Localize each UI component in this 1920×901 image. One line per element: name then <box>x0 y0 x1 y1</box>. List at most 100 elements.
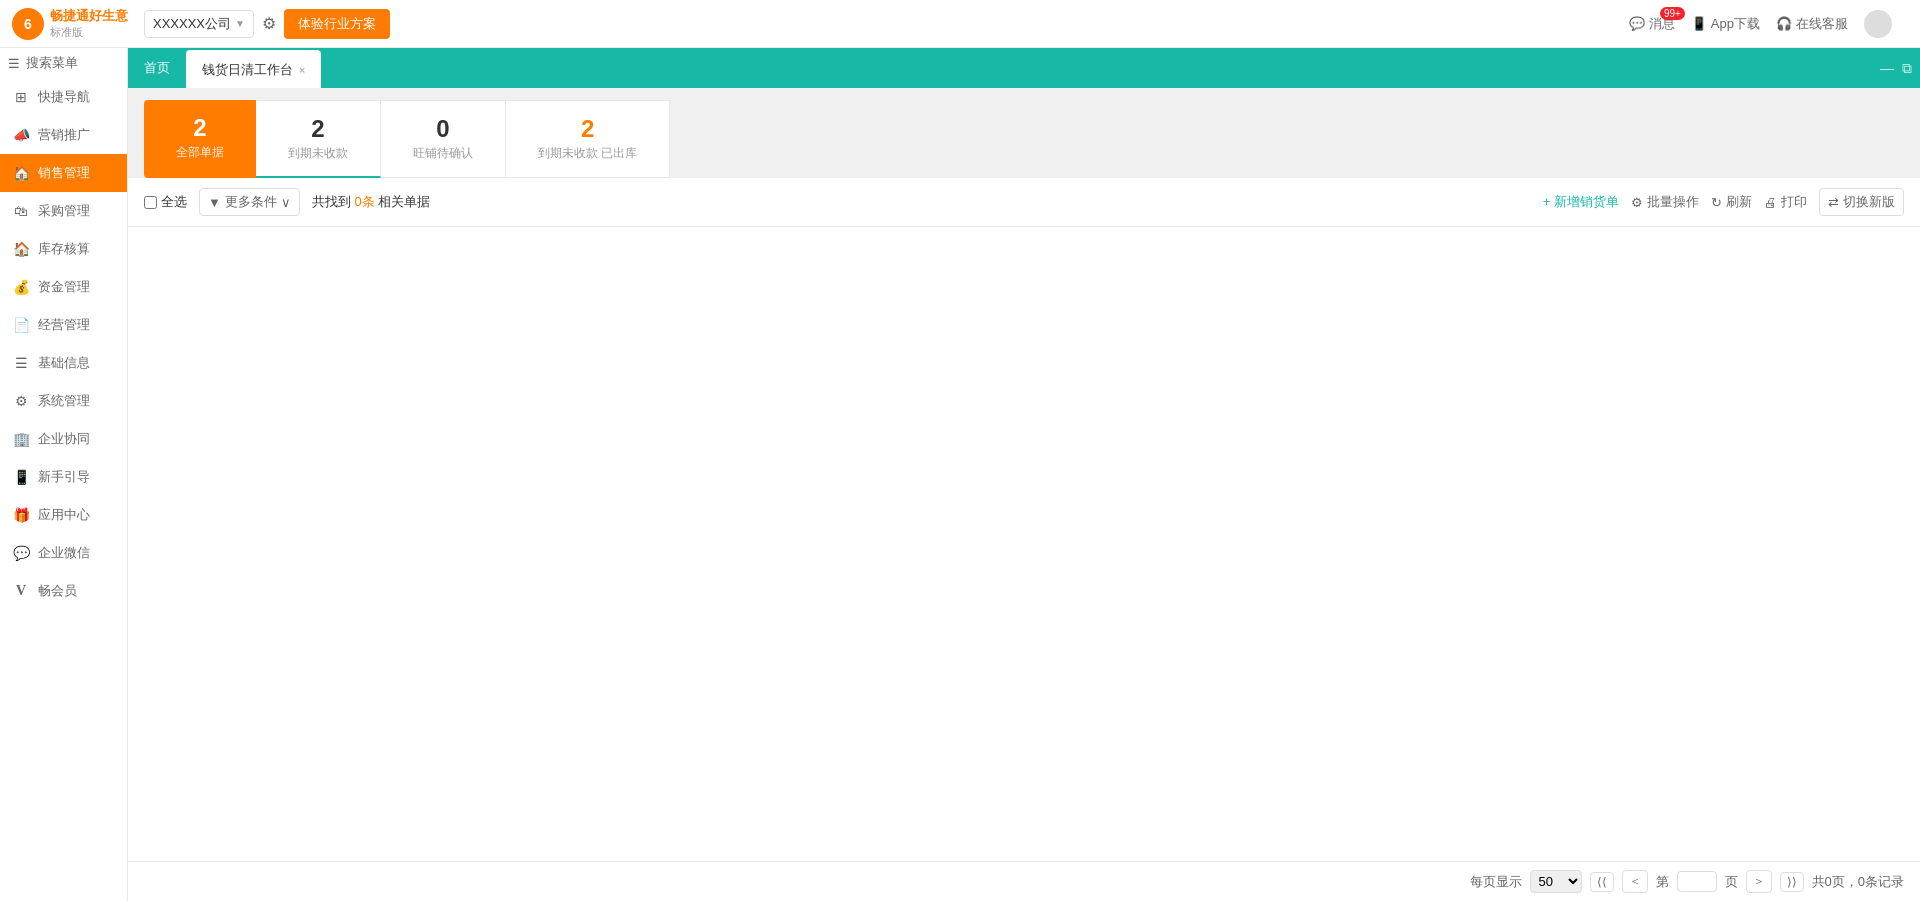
sales-icon: 🏠 <box>12 164 30 182</box>
print-icon: 🖨 <box>1764 195 1777 210</box>
sidebar-item-operations[interactable]: 📄 经营管理 <box>0 306 127 344</box>
settings-icon[interactable]: ⚙ <box>262 14 276 33</box>
stat-label-pending: 旺铺待确认 <box>413 145 473 162</box>
switch-version-button[interactable]: ⇄ 切换新版 <box>1819 188 1904 216</box>
sidebar-item-quick-nav[interactable]: ⊞ 快捷导航 <box>0 78 127 116</box>
stat-label-due: 到期未收款 <box>288 145 348 162</box>
message-button[interactable]: 💬 消息 99+ <box>1629 15 1675 33</box>
stats-area: 2 全部单据 2 到期未收款 0 旺铺待确认 2 <box>128 88 1920 178</box>
wechat-icon: 💬 <box>12 544 30 562</box>
sidebar-item-sales[interactable]: 🏠 销售管理 <box>0 154 127 192</box>
stat-label-shipped: 到期未收款 已出库 <box>538 145 637 162</box>
message-icon: 💬 <box>1629 16 1645 31</box>
tab-active[interactable]: 钱货日清工作台 × <box>186 50 321 90</box>
page-input[interactable]: 1 <box>1677 871 1717 892</box>
refresh-icon: ↻ <box>1711 195 1722 210</box>
online-service-label: 在线客服 <box>1796 15 1848 33</box>
page-prev-button[interactable]: ＜ <box>1622 870 1648 893</box>
filter-button[interactable]: ▼ 更多条件 ∨ <box>199 188 300 216</box>
page-label-first: 第 <box>1656 873 1669 891</box>
search-menu-item[interactable]: ☰ 搜索菜单 <box>0 48 127 78</box>
stat-card-shipped[interactable]: 2 到期未收款 已出库 <box>506 100 670 178</box>
tab-right-actions: — ⧉ <box>1880 60 1920 77</box>
tab-home[interactable]: 首页 <box>128 48 186 88</box>
switch-label: 切换新版 <box>1843 193 1895 211</box>
sidebar-item-label-system: 系统管理 <box>38 392 90 410</box>
sidebar-item-guide[interactable]: 📱 新手引导 <box>0 458 127 496</box>
online-service-button[interactable]: 🎧 在线客服 <box>1776 15 1848 33</box>
app-download-label: App下载 <box>1711 15 1760 33</box>
select-all-checkbox[interactable] <box>144 196 157 209</box>
guide-icon: 📱 <box>12 468 30 486</box>
sidebar-item-label-guide: 新手引导 <box>38 468 90 486</box>
tab-minimize-icon[interactable]: — <box>1880 60 1894 77</box>
sidebar-item-member[interactable]: V 畅会员 <box>0 572 127 610</box>
total-info: 共0页，0条记录 <box>1812 873 1904 891</box>
stat-number-all: 2 <box>193 114 206 142</box>
finance-icon: 💰 <box>12 278 30 296</box>
per-page-label: 每页显示 <box>1470 873 1522 891</box>
sidebar-item-app-center[interactable]: 🎁 应用中心 <box>0 496 127 534</box>
pagination-bar: 每页显示 50 100 200 ⟨⟨ ＜ 第 1 页 ＞ ⟩⟩ 共0页，0条记录 <box>128 861 1920 901</box>
stat-card-pending[interactable]: 0 旺铺待确认 <box>381 100 506 178</box>
sidebar-item-label-sales: 销售管理 <box>38 164 90 182</box>
page-last-button[interactable]: ⟩⟩ <box>1780 872 1804 892</box>
found-prefix: 共找到 <box>312 194 351 209</box>
stat-card-all[interactable]: 2 全部单据 <box>144 100 256 178</box>
member-icon: V <box>12 582 30 600</box>
chevron-down-icon: ▼ <box>235 18 245 29</box>
sidebar-item-label-basic-info: 基础信息 <box>38 354 90 372</box>
stat-label-all: 全部单据 <box>176 144 224 161</box>
print-button[interactable]: 🖨 打印 <box>1764 193 1807 211</box>
new-sales-order-button[interactable]: + 新增销货单 <box>1543 193 1619 211</box>
sidebar-item-wechat[interactable]: 💬 企业微信 <box>0 534 127 572</box>
sidebar-item-purchase[interactable]: 🛍 采购管理 <box>0 192 127 230</box>
sidebar-item-marketing[interactable]: 📣 营销推广 <box>0 116 127 154</box>
page-first-button[interactable]: ⟨⟨ <box>1590 872 1614 892</box>
logo-text-area: 畅捷通好生意 标准版 <box>50 7 128 40</box>
sidebar-item-label-enterprise: 企业协同 <box>38 430 90 448</box>
operations-icon: 📄 <box>12 316 30 334</box>
experience-button[interactable]: 体验行业方案 <box>284 9 390 39</box>
tab-close-icon[interactable]: × <box>299 64 305 76</box>
company-selector[interactable]: XXXXXX公司 ▼ <box>144 10 254 38</box>
batch-operation-button[interactable]: ⚙ 批量操作 <box>1631 193 1699 211</box>
stat-card-due[interactable]: 2 到期未收款 <box>256 100 381 178</box>
logo-badge: 标准版 <box>50 25 128 40</box>
select-all-label: 全选 <box>161 193 187 211</box>
sidebar-item-basic-info[interactable]: ☰ 基础信息 <box>0 344 127 382</box>
sidebar-item-label-member: 畅会员 <box>38 582 77 600</box>
app-download-button[interactable]: 📱 App下载 <box>1691 15 1760 33</box>
avatar[interactable] <box>1864 10 1892 38</box>
switch-icon: ⇄ <box>1828 195 1839 210</box>
app-center-icon: 🎁 <box>12 506 30 524</box>
sidebar-item-enterprise[interactable]: 🏢 企业协同 <box>0 420 127 458</box>
batch-icon: ⚙ <box>1631 195 1643 210</box>
refresh-button[interactable]: ↻ 刷新 <box>1711 193 1752 211</box>
logo-name: 畅捷通好生意 <box>50 7 128 25</box>
filter-label: 更多条件 <box>225 193 277 211</box>
inventory-icon: 🏠 <box>12 240 30 258</box>
stat-number-shipped: 2 <box>581 115 594 143</box>
tab-restore-icon[interactable]: ⧉ <box>1902 60 1912 77</box>
per-page-select[interactable]: 50 100 200 <box>1530 870 1582 893</box>
refresh-label: 刷新 <box>1726 193 1752 211</box>
stat-number-due: 2 <box>311 115 324 143</box>
logo-area: 6 畅捷通好生意 标准版 <box>12 7 128 40</box>
found-suffix: 相关单据 <box>378 194 430 209</box>
phone-icon: 📱 <box>1691 16 1707 31</box>
sidebar-item-inventory[interactable]: 🏠 库存核算 <box>0 230 127 268</box>
sidebar-item-label-finance: 资金管理 <box>38 278 90 296</box>
tab-bar: 首页 钱货日清工作台 × — ⧉ <box>128 48 1920 88</box>
basic-info-icon: ☰ <box>12 354 30 372</box>
page-next-button[interactable]: ＞ <box>1746 870 1772 893</box>
sidebar-item-finance[interactable]: 💰 资金管理 <box>0 268 127 306</box>
sidebar-item-label-operations: 经营管理 <box>38 316 90 334</box>
enterprise-icon: 🏢 <box>12 430 30 448</box>
sidebar-item-label-purchase: 采购管理 <box>38 202 90 220</box>
search-icon: ☰ <box>8 56 20 71</box>
sidebar-item-system[interactable]: ⚙ 系统管理 <box>0 382 127 420</box>
sidebar-item-label-wechat: 企业微信 <box>38 544 90 562</box>
content-area: 首页 钱货日清工作台 × — ⧉ 2 全部单据 <box>128 48 1920 901</box>
sidebar-item-label-quick-nav: 快捷导航 <box>38 88 90 106</box>
